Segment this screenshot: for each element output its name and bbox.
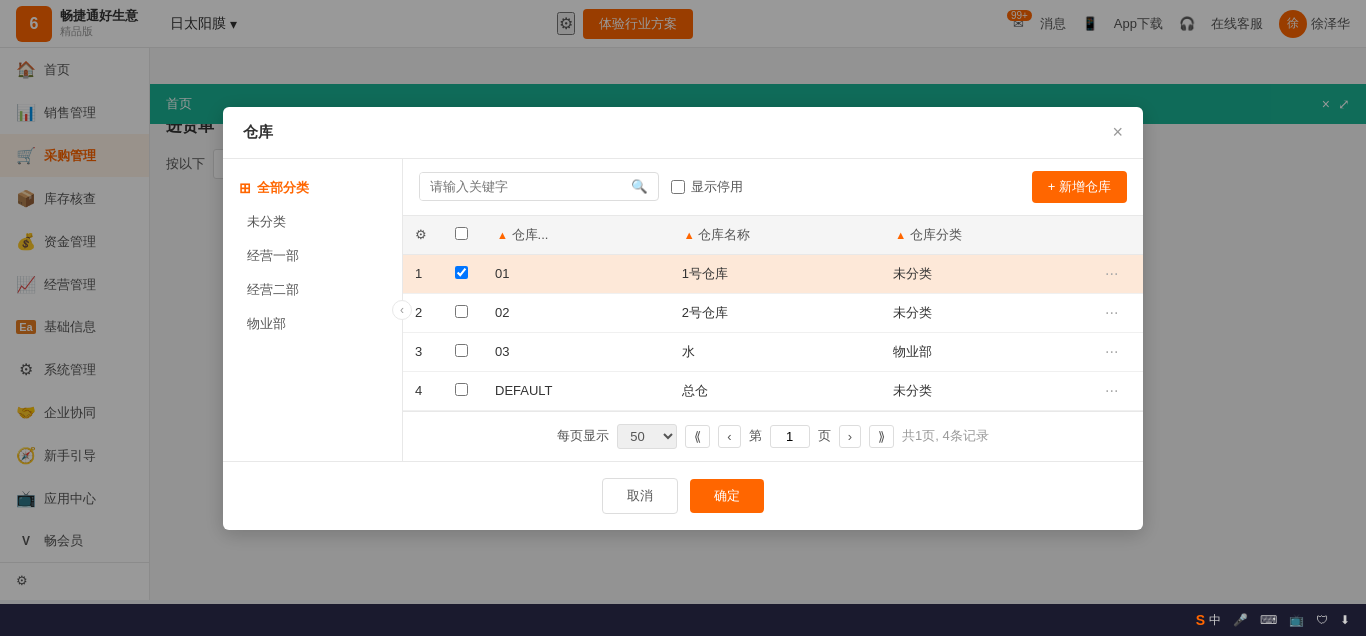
status-shield-icon[interactable]: 🛡 (1316, 613, 1328, 627)
cell-action[interactable]: ··· (1093, 332, 1143, 371)
category-item-1[interactable]: 经营一部 (223, 239, 402, 273)
cell-action[interactable]: ··· (1093, 254, 1143, 293)
cell-checkbox[interactable] (443, 371, 483, 410)
cell-name: 2号仓库 (670, 293, 882, 332)
cell-category: 未分类 (881, 371, 1093, 410)
table-body: 1 01 1号仓库 未分类 ··· 2 02 2号仓库 未分类 ··· 3 03… (403, 254, 1143, 410)
th-code: ▲ 仓库... (483, 216, 670, 255)
th-check (443, 216, 483, 255)
confirm-button[interactable]: 确定 (690, 479, 764, 513)
cell-num: 1 (403, 254, 443, 293)
category-panel: ⊞ 全部分类 未分类 经营一部 经营二部 物业部 ‹ (223, 159, 403, 461)
status-monitor-icon[interactable]: 📺 (1289, 613, 1304, 627)
cell-code: 02 (483, 293, 670, 332)
grid-icon: ⊞ (239, 180, 251, 196)
cell-category: 未分类 (881, 293, 1093, 332)
page-label: 第 (749, 427, 762, 445)
table-panel: 🔍 显示停用 + 新增仓库 ⚙ (403, 159, 1143, 461)
cell-action[interactable]: ··· (1093, 293, 1143, 332)
cell-checkbox[interactable] (443, 332, 483, 371)
col-code-label: 仓库... (512, 227, 549, 242)
prev-page-btn[interactable]: ‹ (718, 425, 740, 448)
table-row[interactable]: 2 02 2号仓库 未分类 ··· (403, 293, 1143, 332)
sort-icon-name: ▲ (684, 229, 695, 241)
modal-close-button[interactable]: × (1112, 123, 1123, 141)
status-s-icon: S (1196, 612, 1205, 628)
cell-num: 3 (403, 332, 443, 371)
cell-action[interactable]: ··· (1093, 371, 1143, 410)
table-toolbar: 🔍 显示停用 + 新增仓库 (403, 159, 1143, 216)
cell-name: 总仓 (670, 371, 882, 410)
search-box: 🔍 (419, 172, 659, 201)
cell-num: 4 (403, 371, 443, 410)
category-item-2[interactable]: 经营二部 (223, 273, 402, 307)
category-collapse-btn[interactable]: ‹ (392, 300, 412, 320)
select-all-checkbox[interactable] (455, 227, 468, 240)
add-warehouse-button[interactable]: + 新增仓库 (1032, 171, 1127, 203)
category-all[interactable]: ⊞ 全部分类 (223, 171, 402, 205)
table-row[interactable]: 3 03 水 物业部 ··· (403, 332, 1143, 371)
col-category-label: 仓库分类 (910, 227, 962, 242)
cell-checkbox[interactable] (443, 293, 483, 332)
page-info: 共1页, 4条记录 (902, 427, 989, 445)
modal-title: 仓库 (243, 123, 273, 142)
first-page-btn[interactable]: ⟪ (685, 425, 710, 448)
row-action-btn[interactable]: ··· (1105, 304, 1118, 322)
per-page-label: 每页显示 (557, 427, 609, 445)
status-mic-icon[interactable]: 🎤 (1233, 613, 1248, 627)
status-keyboard-icon[interactable]: ⌨ (1260, 613, 1277, 627)
col-settings-icon: ⚙ (415, 227, 427, 242)
next-page-btn[interactable]: › (839, 425, 861, 448)
cell-code: 01 (483, 254, 670, 293)
cell-category: 物业部 (881, 332, 1093, 371)
warehouse-table: ⚙ ▲ 仓库... ▲ (403, 216, 1143, 411)
row-action-btn[interactable]: ··· (1105, 343, 1118, 361)
page-suffix: 页 (818, 427, 831, 445)
th-name: ▲ 仓库名称 (670, 216, 882, 255)
category-all-label: 全部分类 (257, 179, 309, 197)
row-action-btn[interactable]: ··· (1105, 382, 1118, 400)
table-row[interactable]: 1 01 1号仓库 未分类 ··· (403, 254, 1143, 293)
th-settings: ⚙ (403, 216, 443, 255)
cell-category: 未分类 (881, 254, 1093, 293)
cancel-button[interactable]: 取消 (602, 478, 678, 514)
modal-overlay: 仓库 × ⊞ 全部分类 未分类 经营一部 经营二部 物业部 ‹ (0, 0, 1366, 636)
th-category: ▲ 仓库分类 (881, 216, 1093, 255)
cell-name: 1号仓库 (670, 254, 882, 293)
last-page-btn[interactable]: ⟫ (869, 425, 894, 448)
search-button[interactable]: 🔍 (621, 173, 658, 200)
sort-icon-code: ▲ (497, 229, 508, 241)
cell-checkbox[interactable] (443, 254, 483, 293)
search-input[interactable] (420, 173, 621, 200)
table-row[interactable]: 4 DEFAULT 总仓 未分类 ··· (403, 371, 1143, 410)
cell-name: 水 (670, 332, 882, 371)
pagination: 每页显示 50 100 200 ⟪ ‹ 第 页 › ⟫ 共1页, 4条记录 (403, 411, 1143, 461)
modal-footer: 取消 确定 (223, 461, 1143, 530)
th-action (1093, 216, 1143, 255)
show-disabled-label[interactable]: 显示停用 (671, 178, 743, 196)
row-action-btn[interactable]: ··· (1105, 265, 1118, 283)
status-download-icon[interactable]: ⬇ (1340, 613, 1350, 627)
sort-icon-category: ▲ (895, 229, 906, 241)
status-bar: S 中 🎤 ⌨ 📺 🛡 ⬇ (0, 604, 1366, 636)
page-input[interactable] (770, 425, 810, 448)
per-page-select[interactable]: 50 100 200 (617, 424, 677, 449)
col-name-label: 仓库名称 (698, 227, 750, 242)
warehouse-modal: 仓库 × ⊞ 全部分类 未分类 经营一部 经营二部 物业部 ‹ (223, 107, 1143, 530)
modal-header: 仓库 × (223, 107, 1143, 159)
cell-code: 03 (483, 332, 670, 371)
modal-body: ⊞ 全部分类 未分类 经营一部 经营二部 物业部 ‹ 🔍 (223, 159, 1143, 461)
status-brand: S 中 (1196, 612, 1221, 629)
category-item-0[interactable]: 未分类 (223, 205, 402, 239)
category-item-3[interactable]: 物业部 (223, 307, 402, 341)
show-disabled-checkbox[interactable] (671, 180, 685, 194)
cell-code: DEFAULT (483, 371, 670, 410)
table-wrap: ⚙ ▲ 仓库... ▲ (403, 216, 1143, 411)
status-zh-icon: 中 (1209, 612, 1221, 629)
table-head: ⚙ ▲ 仓库... ▲ (403, 216, 1143, 255)
